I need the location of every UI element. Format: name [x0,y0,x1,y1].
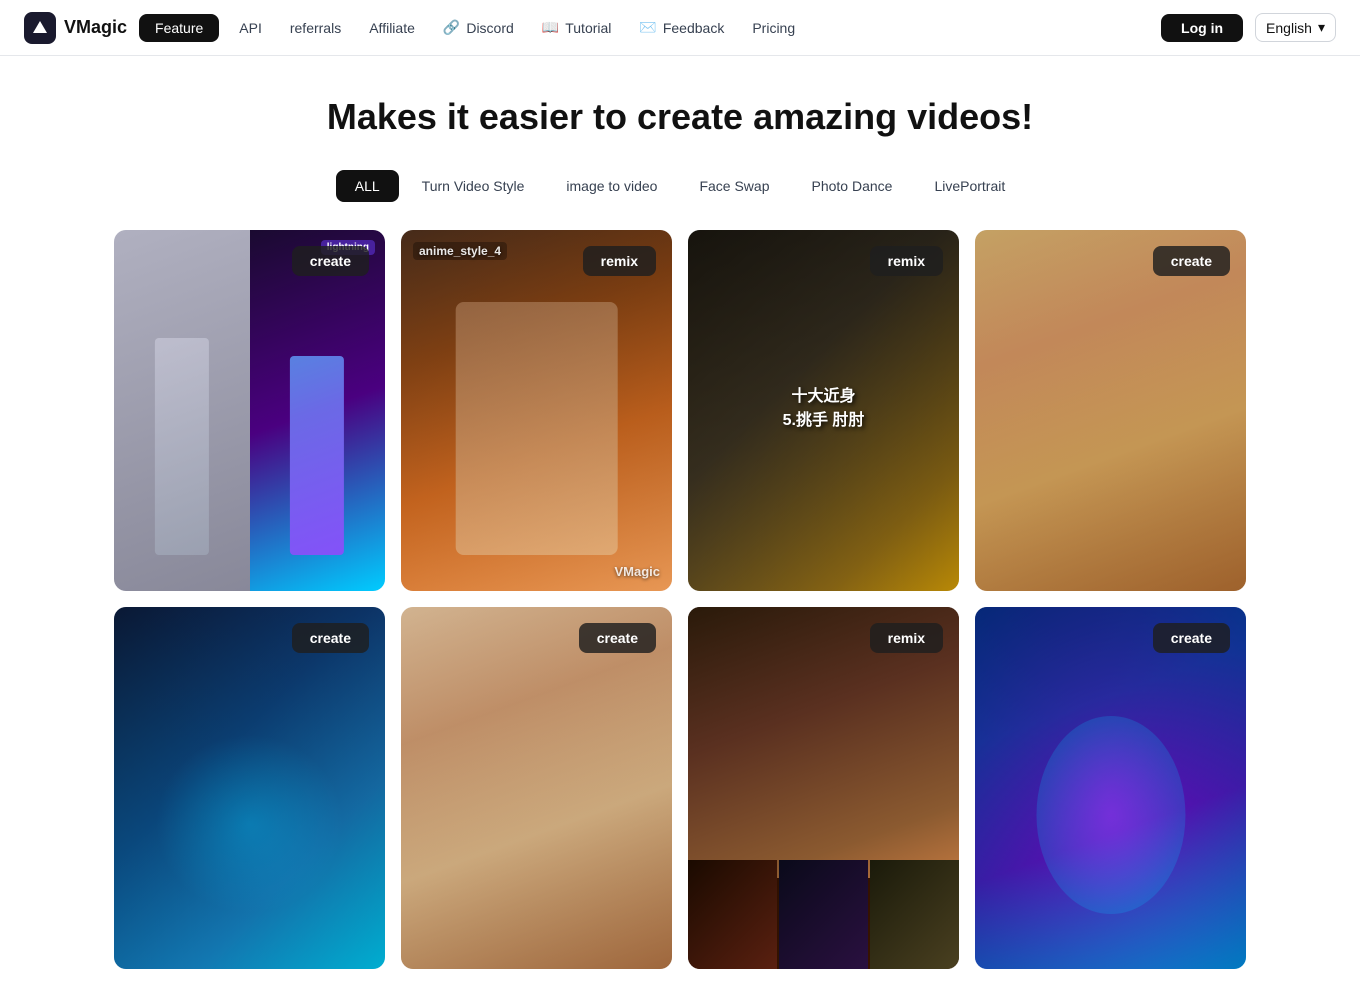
video-card-7[interactable]: remix [688,607,959,968]
video-card-8[interactable]: create [975,607,1246,968]
card7-thumb-row [688,860,959,968]
feedback-icon: ✉️ [639,19,656,36]
card4-image [975,230,1246,591]
feature-button[interactable]: Feature [139,14,219,42]
card4-create-button[interactable]: create [1153,246,1230,276]
tab-face-swap[interactable]: Face Swap [680,170,788,202]
page-title: Makes it easier to create amazing videos… [114,96,1246,138]
card8-image [975,607,1246,968]
tab-image-to-video[interactable]: image to video [547,170,676,202]
card1-create-button[interactable]: create [292,246,369,276]
logo-area: VMagic [24,12,127,44]
main-content: Makes it easier to create amazing videos… [90,56,1270,993]
login-button[interactable]: Log in [1161,14,1243,42]
video-card-4[interactable]: create [975,230,1246,591]
referrals-link[interactable]: referrals [278,14,353,42]
card1-right-image [250,230,386,591]
video-grid: lightning create anime_style_4 VMagic re… [114,230,1246,969]
card7-thumb-2 [779,860,868,968]
card8-create-button[interactable]: create [1153,623,1230,653]
discord-link[interactable]: 🔗 Discord [431,13,526,42]
filter-tabs: ALL Turn Video Style image to video Face… [114,170,1246,202]
video-card-1[interactable]: lightning create [114,230,385,591]
card5-image [114,607,385,968]
card5-create-button[interactable]: create [292,623,369,653]
affiliate-link[interactable]: Affiliate [357,14,427,42]
logo-icon [24,12,56,44]
video-card-3[interactable]: 十大近身 5.挑手 肘肘 remix [688,230,959,591]
card7-thumb-1 [688,860,777,968]
video-card-5[interactable]: create [114,607,385,968]
tutorial-icon: 📖 [542,19,559,36]
card6-image [401,607,672,968]
card7-image [688,607,959,968]
card3-zh-text: 十大近身 5.挑手 肘肘 [783,382,865,430]
video-card-2[interactable]: anime_style_4 VMagic remix [401,230,672,591]
tab-liveportrait[interactable]: LivePortrait [915,170,1024,202]
vmagic-logo-svg [31,19,49,37]
discord-icon: 🔗 [443,19,460,36]
card2-watermark: VMagic [614,564,660,579]
card2-remix-button[interactable]: remix [583,246,656,276]
card2-image [401,230,672,591]
api-link[interactable]: API [227,14,274,42]
tab-turn-video-style[interactable]: Turn Video Style [403,170,544,202]
card2-style-label: anime_style_4 [413,242,507,260]
card1-left-image [114,230,250,591]
tutorial-link[interactable]: 📖 Tutorial [530,13,624,42]
tab-photo-dance[interactable]: Photo Dance [793,170,912,202]
card3-remix-button[interactable]: remix [870,246,943,276]
feedback-link[interactable]: ✉️ Feedback [627,13,736,42]
card7-thumb-3 [870,860,959,968]
navbar: VMagic Feature API referrals Affiliate 🔗… [0,0,1360,56]
language-label: English [1266,20,1312,36]
chevron-down-icon: ▾ [1318,19,1325,36]
brand-name: VMagic [64,17,127,38]
language-selector[interactable]: English ▾ [1255,13,1336,42]
tab-all[interactable]: ALL [336,170,399,202]
card6-create-button[interactable]: create [579,623,656,653]
card7-remix-button[interactable]: remix [870,623,943,653]
video-card-6[interactable]: create [401,607,672,968]
pricing-link[interactable]: Pricing [740,14,807,42]
